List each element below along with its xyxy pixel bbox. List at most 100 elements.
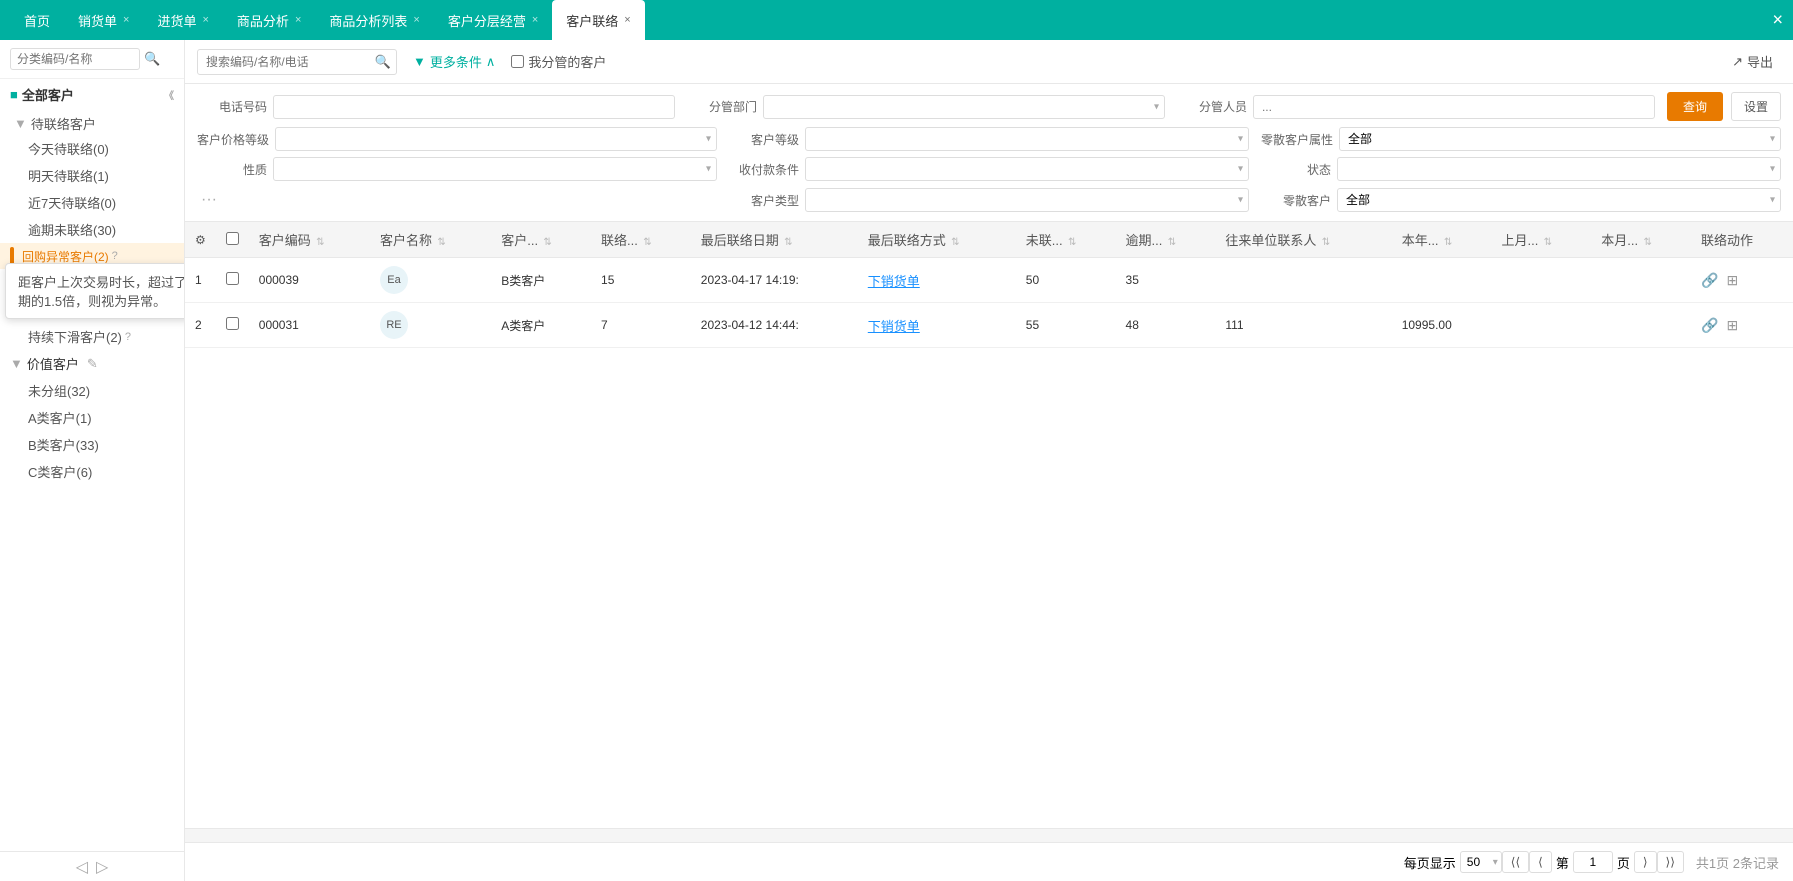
filter-retail-attr-select[interactable]: 全部 <box>1339 127 1781 151</box>
row2-last-date: 2023-04-12 14:44: <box>691 303 858 348</box>
current-year-sort-icon[interactable]: ⇅ <box>1444 237 1452 248</box>
select-all-checkbox[interactable] <box>226 232 239 245</box>
export-btn[interactable]: ↗ 导出 <box>1724 48 1781 75</box>
sidebar-item-class-c[interactable]: C类客户(6) <box>0 458 184 485</box>
row2-last-method-link[interactable]: 下销货单 <box>868 319 920 334</box>
sidebar-item-class-a[interactable]: A类客户(1) <box>0 404 184 431</box>
last-contact-method-sort-icon[interactable]: ⇅ <box>951 237 959 248</box>
my-customer-checkbox[interactable] <box>511 55 524 68</box>
sidebar-search-icon[interactable]: 🔍 <box>144 51 160 67</box>
sidebar-collapse-btn[interactable]: 《 <box>164 87 174 102</box>
last-page-btn[interactable]: ⟩⟩ <box>1657 851 1684 873</box>
filter-phone-input[interactable] <box>273 95 675 119</box>
filter-customer-type: 客户类型 ▾ <box>729 188 1249 212</box>
sidebar-item-declining[interactable]: 持续下滑客户(2) ? <box>0 323 184 350</box>
filter-payment: 收付款条件 ▾ <box>729 157 1249 181</box>
search-input[interactable] <box>197 49 397 75</box>
row1-last-method-link[interactable]: 下销货单 <box>868 274 920 289</box>
row2-grid-icon[interactable]: ⊞ <box>1726 317 1738 334</box>
row2-type: A类客户 <box>491 303 591 348</box>
sidebar-item-ungroup[interactable]: 未分组(32) <box>0 377 184 404</box>
row1-grid-icon[interactable]: ⊞ <box>1726 272 1738 289</box>
my-customer-checkbox-label[interactable]: 我分管的客户 <box>511 52 606 71</box>
row2-checkbox[interactable] <box>226 317 239 330</box>
sidebar-pending-group[interactable]: ▼ 待联络客户 <box>0 110 184 135</box>
sidebar-nav-right-icon[interactable]: ▷ <box>96 857 108 877</box>
filter-manager-input[interactable] <box>1253 95 1655 119</box>
row1-code: 000039 <box>249 258 370 303</box>
filter-price-grade-select[interactable] <box>275 127 717 151</box>
filter-customer-type-select[interactable] <box>805 188 1249 212</box>
more-filters-btn[interactable]: ▼ 更多条件 ∧ <box>405 48 503 75</box>
last-contact-date-sort-icon[interactable]: ⇅ <box>784 237 792 248</box>
extra-dots-btn[interactable]: ··· <box>197 187 221 213</box>
close-product-analysis-icon[interactable]: × <box>295 14 301 26</box>
close-customer-contact-icon[interactable]: × <box>624 14 630 26</box>
filter-payment-select[interactable] <box>805 157 1249 181</box>
nav-product-analysis[interactable]: 商品分析 × <box>223 0 315 40</box>
settings-btn[interactable]: 设置 <box>1731 92 1781 121</box>
value-group-edit-icon[interactable]: ✎ <box>87 356 98 372</box>
filter-status: 状态 ▾ <box>1261 157 1781 181</box>
sidebar-item-tomorrow[interactable]: 明天待联络(1) <box>0 162 184 189</box>
row1-last-month <box>1491 258 1591 303</box>
repurchase-help-icon[interactable]: ? <box>112 250 118 262</box>
row2-index: 2 <box>185 303 216 348</box>
sidebar-search-input[interactable] <box>10 48 140 70</box>
row1-link-icon[interactable]: 🔗 <box>1701 272 1718 289</box>
all-customers-header[interactable]: ■ 全部客户 《 <box>0 79 184 110</box>
th-contact-person: 往来单位联系人 ⇅ <box>1215 222 1391 258</box>
declining-help-icon[interactable]: ? <box>125 331 131 343</box>
sidebar-item-today[interactable]: 今天待联络(0) <box>0 135 184 162</box>
nav-customer-contact[interactable]: 客户联络 × <box>552 0 644 40</box>
nav-product-analysis-list[interactable]: 商品分析列表 × <box>315 0 433 40</box>
close-product-analysis-list-icon[interactable]: × <box>413 14 419 26</box>
filter-dept-select[interactable] <box>763 95 1165 119</box>
current-month-sort-icon[interactable]: ⇅ <box>1643 237 1651 248</box>
filter-manager: 分管人员 <box>1177 95 1655 119</box>
close-window-icon[interactable]: × <box>1772 10 1783 31</box>
sidebar-nav-left-icon[interactable]: ◁ <box>76 857 88 877</box>
sidebar-item-overdue[interactable]: 逾期未联络(30) <box>0 216 184 243</box>
row1-checkbox[interactable] <box>226 272 239 285</box>
row2-link-icon[interactable]: 🔗 <box>1701 317 1718 334</box>
close-sales-order-icon[interactable]: × <box>123 14 129 26</box>
filter-nature-select[interactable] <box>273 157 717 181</box>
horizontal-scrollbar[interactable] <box>185 828 1793 842</box>
row2-code: 000031 <box>249 303 370 348</box>
unlocked-sort-icon[interactable]: ⇅ <box>1068 237 1076 248</box>
sidebar-item-7days[interactable]: 近7天待联络(0) <box>0 189 184 216</box>
row2-contact-count: 7 <box>591 303 691 348</box>
contact-person-sort-icon[interactable]: ⇅ <box>1322 237 1330 248</box>
close-purchase-order-icon[interactable]: × <box>202 14 208 26</box>
name-sort-icon[interactable]: ⇅ <box>437 237 445 248</box>
first-page-btn[interactable]: ⟨⟨ <box>1502 851 1529 873</box>
settings-col-header[interactable]: ⚙ <box>185 222 216 258</box>
row1-avatar: Ea <box>380 266 408 294</box>
row1-current-month <box>1591 258 1691 303</box>
customer-type-sort-icon[interactable]: ⇅ <box>543 237 551 248</box>
sidebar-value-group-header[interactable]: ▼ 价值客户 ✎ <box>0 350 184 377</box>
close-customer-layering-icon[interactable]: × <box>532 14 538 26</box>
filter-retail-attr-label: 零散客户属性 <box>1261 131 1333 148</box>
code-sort-icon[interactable]: ⇅ <box>316 237 324 248</box>
filter-customer-grade-select[interactable] <box>805 127 1249 151</box>
overdue-sort-icon[interactable]: ⇅ <box>1168 237 1176 248</box>
sidebar-item-class-b[interactable]: B类客户(33) <box>0 431 184 458</box>
page-suffix: 页 <box>1617 853 1630 872</box>
query-btn[interactable]: 查询 <box>1667 92 1723 121</box>
filter-retail-customer-select[interactable]: 全部 <box>1337 188 1781 212</box>
nav-home[interactable]: 首页 <box>10 0 64 40</box>
last-month-sort-icon[interactable]: ⇅ <box>1544 237 1552 248</box>
filter-status-select[interactable] <box>1337 157 1781 181</box>
nav-purchase-order[interactable]: 进货单 × <box>143 0 222 40</box>
search-submit-icon[interactable]: 🔍 <box>375 54 391 70</box>
page-number-input[interactable] <box>1573 851 1613 873</box>
next-page-btn[interactable]: ⟩ <box>1634 851 1657 873</box>
prev-page-btn[interactable]: ⟨ <box>1529 851 1552 873</box>
nav-customer-layering[interactable]: 客户分层经营 × <box>434 0 552 40</box>
filter-status-label: 状态 <box>1261 161 1331 178</box>
contact-count-sort-icon[interactable]: ⇅ <box>643 237 651 248</box>
per-page-select[interactable]: 50 <box>1460 851 1502 873</box>
nav-sales-order[interactable]: 销货单 × <box>64 0 143 40</box>
